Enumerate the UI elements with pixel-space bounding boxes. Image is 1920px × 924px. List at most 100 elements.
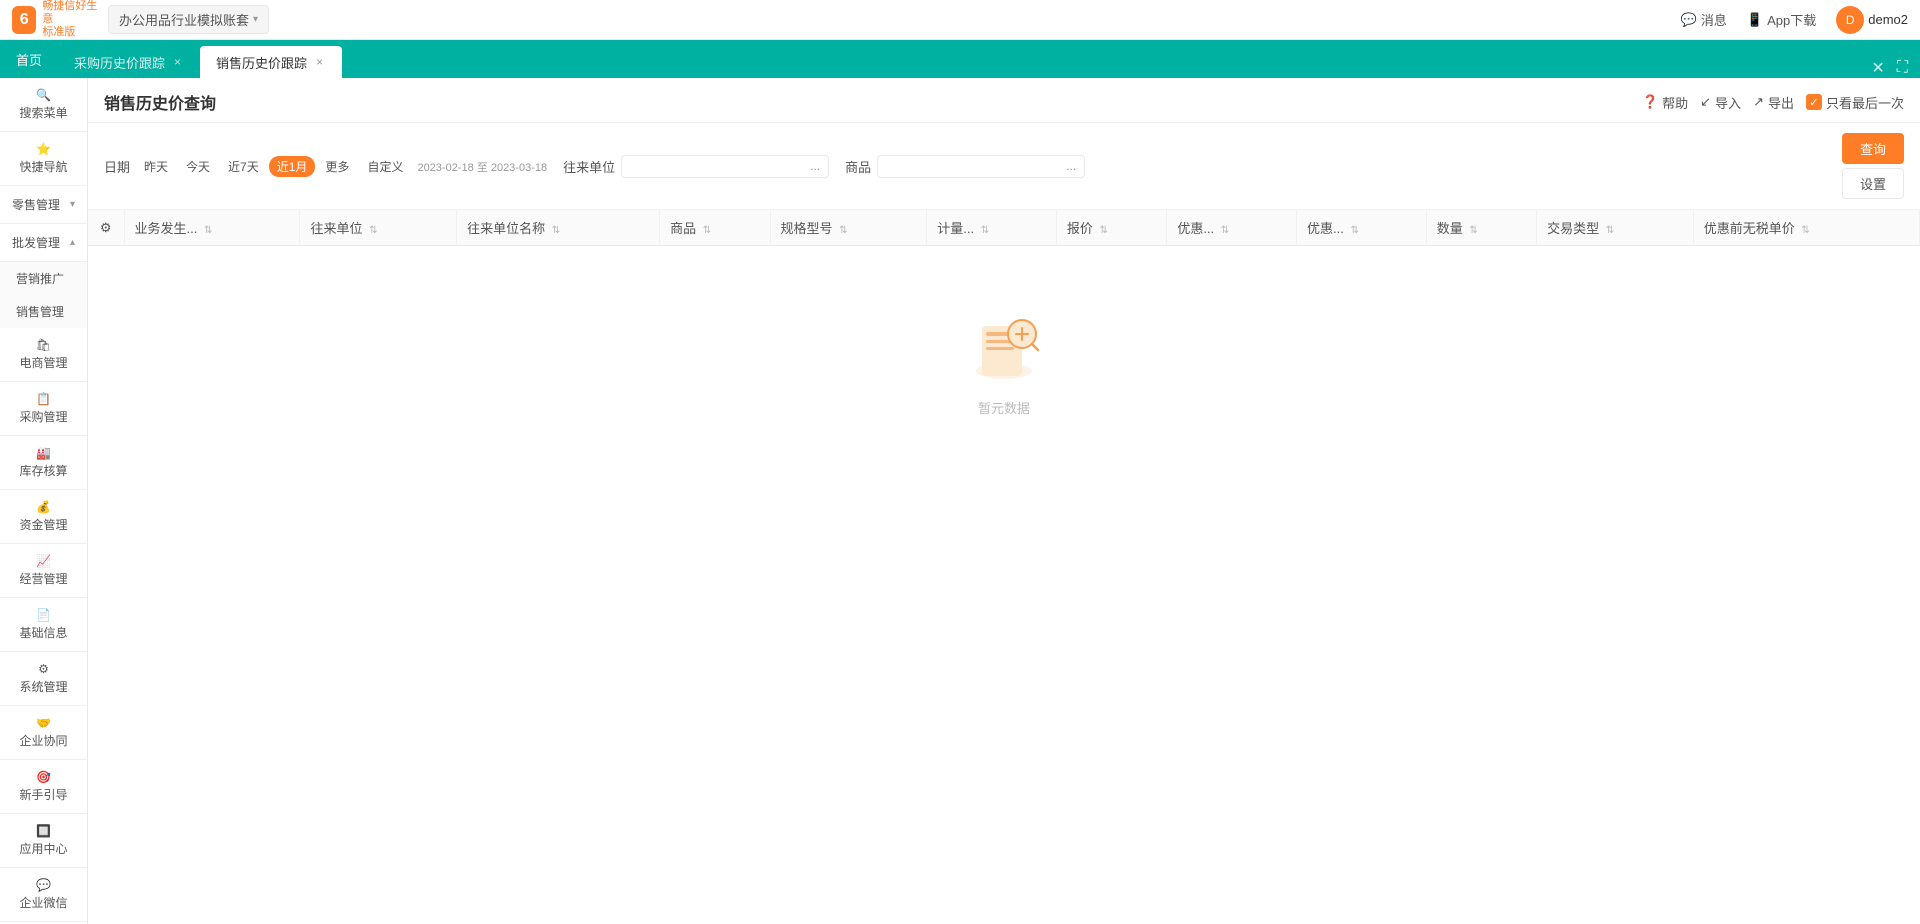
custom-date-btn[interactable]: 自定义	[359, 156, 411, 177]
app-selector-label: 办公用品行业模拟账套	[119, 10, 249, 29]
sidebar-item-guide[interactable]: 🎯 新手引导	[0, 760, 87, 814]
username-label: demo2	[1868, 12, 1908, 27]
sidebar-item-stock[interactable]: 🏭 库存核算	[0, 436, 87, 490]
col-discount1[interactable]: 优惠... ⇅	[1167, 210, 1297, 246]
today-btn[interactable]: 今天	[178, 156, 218, 177]
tab-purchase[interactable]: 采购历史价跟踪 ×	[58, 46, 200, 78]
only-latest-toggle[interactable]: ✓ 只看最后一次	[1806, 93, 1904, 112]
chevron-down-icon: ▾	[253, 14, 258, 25]
sidebar-item-finance[interactable]: 💰 资金管理	[0, 490, 87, 544]
help-button[interactable]: ❓ 帮助	[1642, 93, 1688, 112]
sidebar-sub-item-marketing[interactable]: 营销推广	[0, 262, 87, 295]
yesterday-btn[interactable]: 昨天	[136, 156, 176, 177]
counterpart-input-wrap: ...	[621, 155, 829, 178]
empty-state: 暂元数据	[88, 246, 1920, 477]
col-pre-tax-price[interactable]: 优惠前无税单价 ⇅	[1693, 210, 1919, 246]
sidebar-item-retail[interactable]: 零售管理 ▾	[0, 186, 87, 224]
counterpart-label: 往来单位	[563, 157, 615, 176]
sidebar-item-quick-nav[interactable]: ⭐ 快捷导航	[0, 132, 87, 186]
col-spec[interactable]: 规格型号 ⇅	[770, 210, 927, 246]
purchase-icon: 📋	[36, 392, 51, 406]
page-title: 销售历史价查询	[104, 90, 216, 114]
col-counterpart-name[interactable]: 往来单位名称 ⇅	[457, 210, 660, 246]
col-counterpart-code[interactable]: 往来单位 ⇅	[300, 210, 457, 246]
col-business-date[interactable]: 业务发生... ⇅	[124, 210, 300, 246]
product-filter-group: 商品 ...	[845, 155, 1085, 178]
top-header: 6 畅捷信好生意 标准版 办公用品行业模拟账套 ▾ 💬 消息 📱 App下载 D…	[0, 0, 1920, 40]
close-all-tabs-icon[interactable]: ✕	[1871, 58, 1884, 78]
stock-icon: 🏭	[36, 446, 51, 460]
col-unit[interactable]: 计量... ⇅	[927, 210, 1057, 246]
sort-icon: ⇅	[1801, 225, 1809, 236]
col-quote[interactable]: 报价 ⇅	[1056, 210, 1166, 246]
chevron-up-icon: ▴	[70, 237, 75, 248]
last7days-btn[interactable]: 近7天	[220, 156, 267, 177]
sort-icon: ⇅	[1100, 225, 1108, 236]
date-buttons: 昨天 今天 近7天 近1月 更多 自定义	[136, 156, 411, 177]
empty-text: 暂元数据	[978, 398, 1030, 417]
counterpart-ellipsis-btn[interactable]: ...	[810, 159, 820, 173]
table-header-row: ⚙ 业务发生... ⇅ 往来单位 ⇅ 往来单位名称 ⇅	[88, 210, 1920, 246]
user-area[interactable]: D demo2	[1836, 6, 1908, 34]
business-icon: 📈	[36, 554, 51, 568]
filter-area: 日期 昨天 今天 近7天 近1月 更多 自定义 2023-02-18 至 202…	[88, 123, 1920, 210]
close-purchase-tab-icon[interactable]: ×	[171, 55, 184, 69]
message-icon: 💬	[1681, 12, 1697, 28]
maximize-icon[interactable]: ⛶	[1897, 59, 1908, 77]
logo-icon: 6	[12, 6, 36, 34]
content-area: 销售历史价查询 ❓ 帮助 ↙ 导入 ↗ 导出 ✓	[88, 78, 1920, 924]
message-button[interactable]: 💬 消息	[1681, 10, 1727, 29]
col-gear[interactable]: ⚙	[88, 210, 124, 246]
sidebar-sub-item-sales-mgmt[interactable]: 销售管理	[0, 295, 87, 328]
sidebar-item-system[interactable]: ⚙ 系统管理	[0, 652, 87, 706]
header-right: 💬 消息 📱 App下载 D demo2	[1681, 6, 1908, 34]
col-discount2[interactable]: 优惠... ⇅	[1297, 210, 1427, 246]
app-download-button[interactable]: 📱 App下载	[1747, 10, 1816, 29]
sidebar-item-wholesale[interactable]: 批发管理 ▴	[0, 224, 87, 262]
data-table: ⚙ 业务发生... ⇅ 往来单位 ⇅ 往来单位名称 ⇅	[88, 210, 1920, 246]
tab-sales[interactable]: 销售历史价跟踪 ×	[200, 46, 342, 78]
table-wrapper: ⚙ 业务发生... ⇅ 往来单位 ⇅ 往来单位名称 ⇅	[88, 210, 1920, 924]
guide-icon: 🎯	[36, 770, 51, 784]
sidebar: 🔍 搜索菜单 ⭐ 快捷导航 零售管理 ▾ 批发管理 ▴ 营销推广 销售管理 🛍 …	[0, 78, 88, 924]
sort-icon: ⇅	[839, 225, 847, 236]
product-ellipsis-btn[interactable]: ...	[1066, 159, 1076, 173]
date-filter-label: 日期	[104, 157, 130, 176]
more-date-btn[interactable]: 更多	[317, 156, 357, 177]
tab-home[interactable]: 首页	[0, 40, 58, 78]
sidebar-item-business[interactable]: 📈 经营管理	[0, 544, 87, 598]
sort-icon: ⇅	[981, 225, 989, 236]
sidebar-item-wechat[interactable]: 💬 企业微信	[0, 868, 87, 922]
enterprise-icon: 🤝	[36, 716, 51, 730]
app-selector[interactable]: 办公用品行业模拟账套 ▾	[108, 5, 269, 34]
sidebar-item-purchase[interactable]: 📋 采购管理	[0, 382, 87, 436]
product-label: 商品	[845, 157, 871, 176]
sidebar-item-ecommerce[interactable]: 🛍 电商管理	[0, 328, 87, 382]
sidebar-item-enterprise[interactable]: 🤝 企业协同	[0, 706, 87, 760]
sort-icon: ⇅	[369, 225, 377, 236]
last1month-btn[interactable]: 近1月	[269, 156, 316, 177]
query-button[interactable]: 查询	[1842, 133, 1904, 164]
search-icon: 🔍	[36, 88, 51, 102]
product-input[interactable]	[886, 159, 1062, 174]
close-sales-tab-icon[interactable]: ×	[313, 55, 326, 69]
counterpart-input[interactable]	[630, 159, 806, 174]
settings-button[interactable]: 设置	[1842, 168, 1904, 199]
sort-icon: ⇅	[1469, 225, 1477, 236]
tab-sales-label: 销售历史价跟踪	[216, 53, 307, 72]
download-icon: 📱	[1747, 12, 1763, 28]
sidebar-item-apps[interactable]: 🔲 应用中心	[0, 814, 87, 868]
col-product[interactable]: 商品 ⇅	[660, 210, 770, 246]
sidebar-item-basic[interactable]: 📄 基础信息	[0, 598, 87, 652]
page-header-actions: ❓ 帮助 ↙ 导入 ↗ 导出 ✓ 只看最后一次	[1642, 93, 1904, 112]
main-layout: 🔍 搜索菜单 ⭐ 快捷导航 零售管理 ▾ 批发管理 ▴ 营销推广 销售管理 🛍 …	[0, 78, 1920, 924]
tab-purchase-label: 采购历史价跟踪	[74, 53, 165, 72]
sort-icon: ⇅	[703, 225, 711, 236]
sidebar-item-search[interactable]: 🔍 搜索菜单	[0, 78, 87, 132]
help-icon: ❓	[1642, 94, 1658, 110]
col-quantity[interactable]: 数量 ⇅	[1426, 210, 1536, 246]
import-button[interactable]: ↙ 导入	[1700, 93, 1741, 112]
export-button[interactable]: ↗ 导出	[1753, 93, 1794, 112]
col-trade-type[interactable]: 交易类型 ⇅	[1537, 210, 1694, 246]
basic-icon: 📄	[36, 608, 51, 622]
